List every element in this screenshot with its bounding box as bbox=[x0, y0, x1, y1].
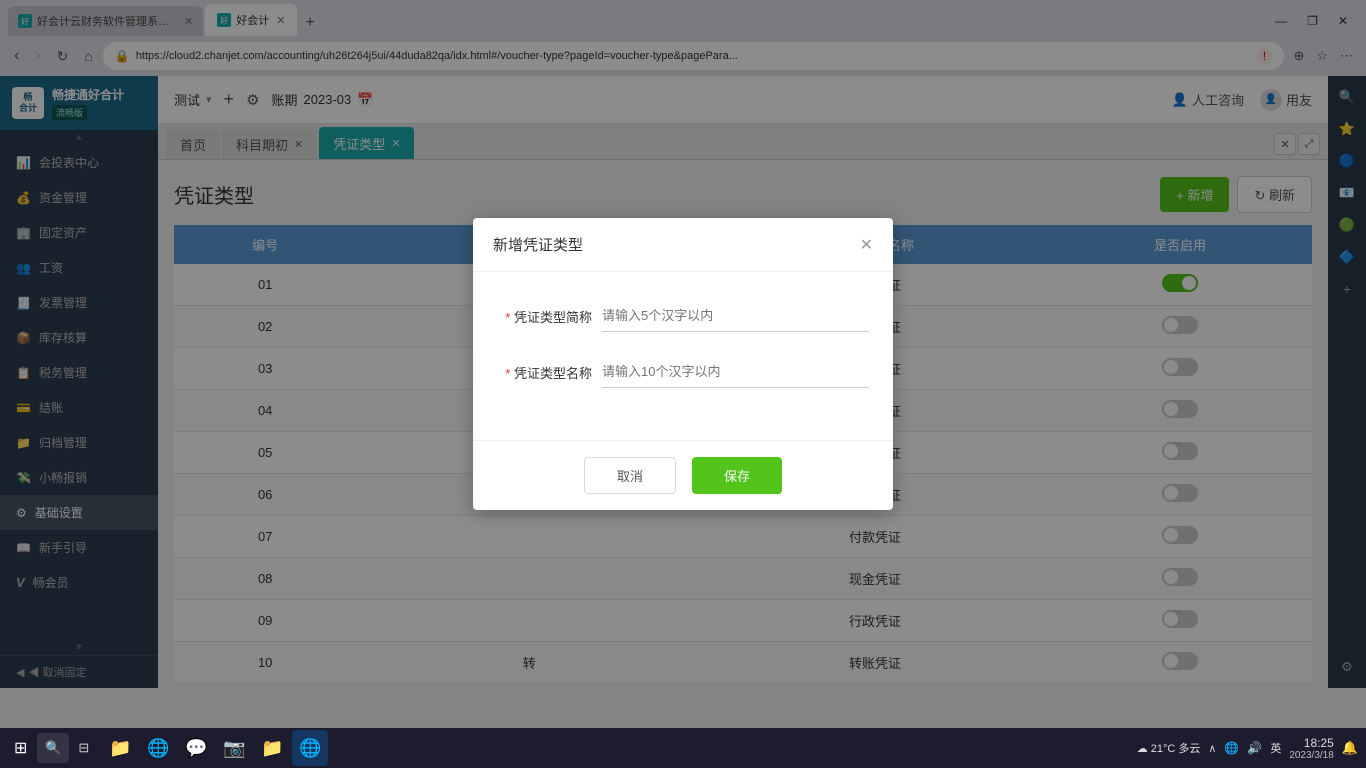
taskbar-apps: 📁 🌐 💬 📷 📁 🌐 bbox=[102, 730, 328, 766]
task-view-button[interactable]: ⊟ bbox=[73, 736, 94, 760]
save-button[interactable]: 保存 bbox=[692, 457, 782, 494]
modal-footer: 取消 保存 bbox=[473, 440, 893, 510]
abbr-input[interactable] bbox=[602, 300, 869, 332]
weather-info: ☁ 21°C 多云 bbox=[1137, 740, 1201, 756]
taskbar-app-wechat[interactable]: 💬 bbox=[178, 730, 214, 766]
abbr-required: * bbox=[505, 310, 510, 325]
name-field: * 凭证类型名称 bbox=[497, 356, 869, 388]
modal-close-button[interactable]: ✕ bbox=[860, 235, 873, 255]
abbr-label-text: 凭证类型简称 bbox=[514, 310, 592, 325]
taskbar-clock[interactable]: 18:25 2023/3/18 bbox=[1289, 736, 1334, 761]
notification-button[interactable]: 🔔 bbox=[1342, 740, 1358, 756]
name-required: * bbox=[505, 366, 510, 381]
taskbar-lang: 英 bbox=[1270, 740, 1281, 756]
name-label: * 凭证类型名称 bbox=[497, 363, 592, 382]
volume-icon[interactable]: 🔊 bbox=[1247, 741, 1262, 755]
name-input[interactable] bbox=[602, 356, 869, 388]
taskbar-app-edge[interactable]: 🌐 bbox=[292, 730, 328, 766]
taskbar-app-camera[interactable]: 📷 bbox=[216, 730, 252, 766]
taskbar-app-explorer[interactable]: 📁 bbox=[102, 730, 138, 766]
name-label-text: 凭证类型名称 bbox=[514, 366, 592, 381]
taskbar-right: ☁ 21°C 多云 ∧ 🌐 🔊 英 18:25 2023/3/18 🔔 bbox=[1137, 736, 1358, 761]
modal-overlay: 新增凭证类型 ✕ * 凭证类型简称 * 凭证类型名称 取消 保存 bbox=[0, 0, 1366, 728]
taskbar-app-files[interactable]: 📁 bbox=[254, 730, 290, 766]
abbr-field: * 凭证类型简称 bbox=[497, 300, 869, 332]
taskbar-date: 2023/3/18 bbox=[1289, 750, 1334, 761]
taskbar-app-chrome[interactable]: 🌐 bbox=[140, 730, 176, 766]
search-button[interactable]: 🔍 bbox=[37, 733, 69, 763]
taskbar-up-arrow[interactable]: ∧ bbox=[1208, 742, 1216, 755]
modal-body: * 凭证类型简称 * 凭证类型名称 bbox=[473, 272, 893, 440]
network-icon[interactable]: 🌐 bbox=[1224, 741, 1239, 755]
taskbar: ⊞ 🔍 ⊟ 📁 🌐 💬 📷 📁 🌐 ☁ 21°C 多云 ∧ 🌐 🔊 英 18:2… bbox=[0, 728, 1366, 768]
abbr-label: * 凭证类型简称 bbox=[497, 307, 592, 326]
modal-header: 新增凭证类型 ✕ bbox=[473, 218, 893, 272]
modal-title: 新增凭证类型 bbox=[493, 234, 583, 255]
start-button[interactable]: ⊞ bbox=[8, 734, 33, 762]
modal-dialog: 新增凭证类型 ✕ * 凭证类型简称 * 凭证类型名称 取消 保存 bbox=[473, 218, 893, 510]
taskbar-time: 18:25 bbox=[1289, 736, 1334, 750]
cancel-button[interactable]: 取消 bbox=[584, 457, 676, 494]
